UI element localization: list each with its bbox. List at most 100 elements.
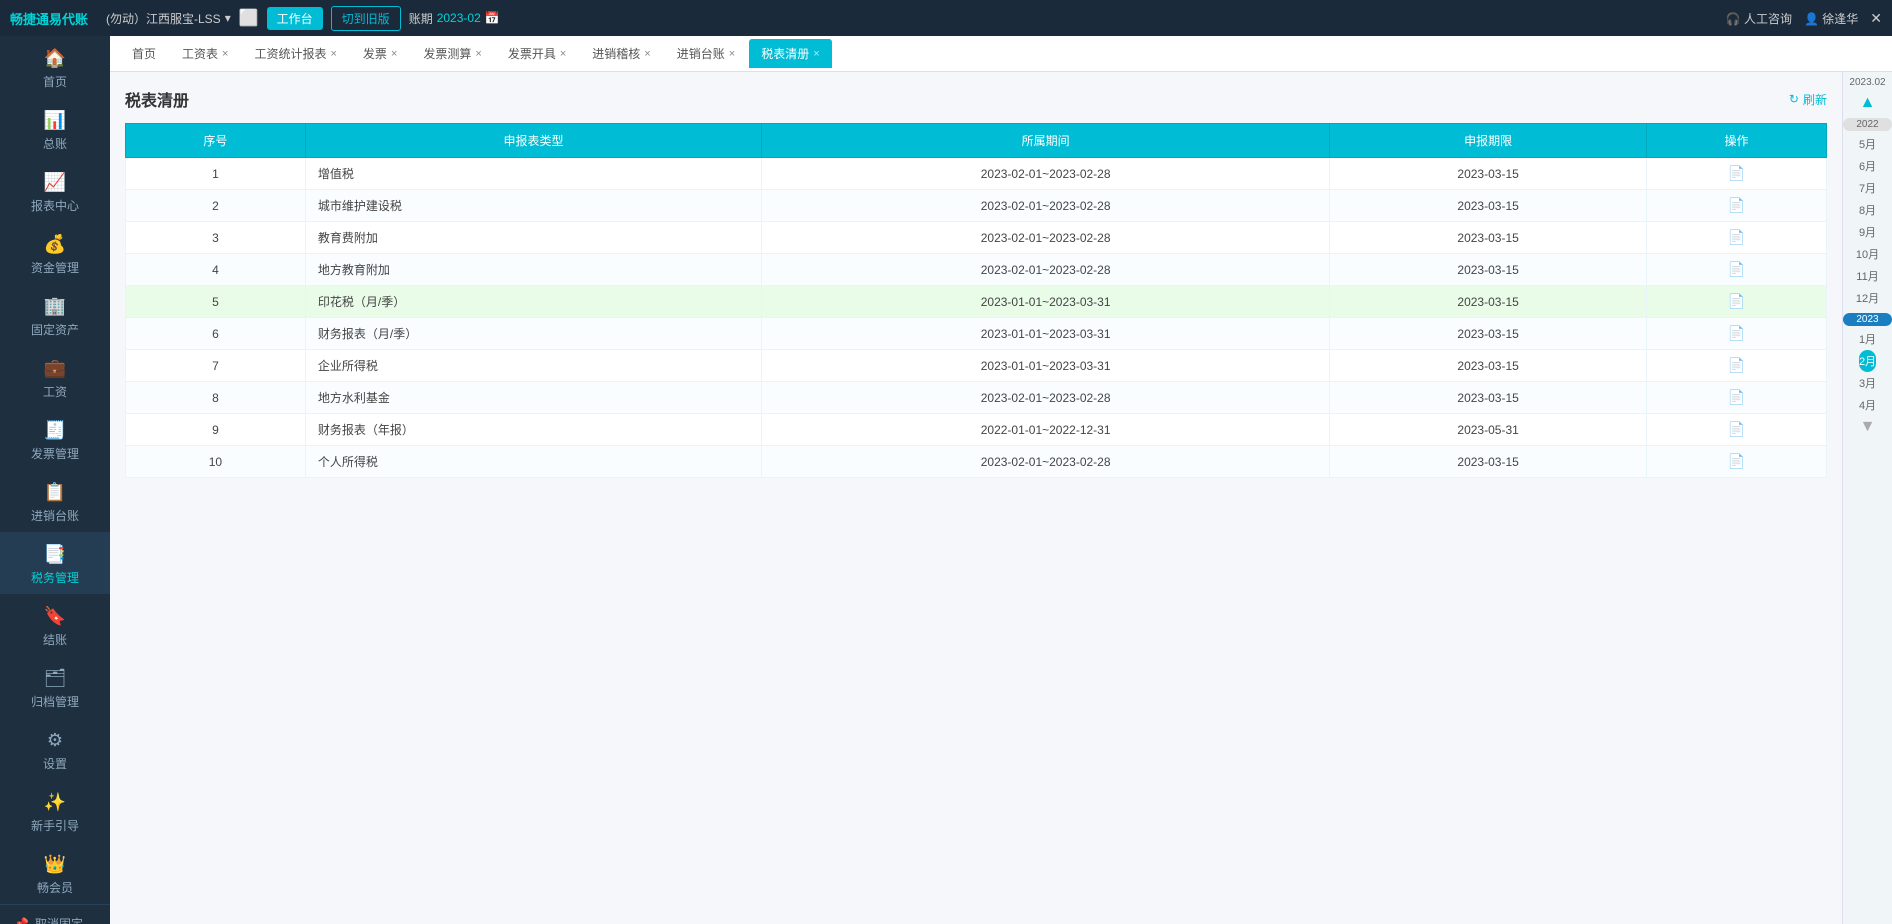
unpin-button[interactable]: 📌 取消固定 (0, 905, 110, 924)
view-icon[interactable]: 📄 (1728, 453, 1745, 469)
tab-invoice-calc[interactable]: 发票测算× (411, 39, 493, 68)
row-period: 2023-01-01~2023-03-31 (762, 318, 1330, 350)
switch-old-button[interactable]: 切到旧版 (331, 6, 401, 31)
row-action[interactable]: 📄 (1647, 222, 1827, 254)
sidebar-item-report[interactable]: 📈报表中心 (0, 160, 110, 222)
row-deadline: 2023-03-15 (1330, 190, 1647, 222)
sidebar-item-salary[interactable]: 💼工资 (0, 346, 110, 408)
row-period: 2023-02-01~2023-02-28 (762, 158, 1330, 190)
tab-close-invoice[interactable]: × (391, 48, 397, 60)
tab-close-invoice-open[interactable]: × (560, 48, 566, 60)
company-selector[interactable]: (勿动）江西服宝-LSS ▾ (106, 10, 231, 27)
view-icon[interactable]: 📄 (1728, 229, 1745, 245)
tab-home[interactable]: 首页 (120, 39, 168, 68)
tab-close-sales-account[interactable]: × (729, 48, 735, 60)
row-action[interactable]: 📄 (1647, 446, 1827, 478)
row-period: 2022-01-01~2022-12-31 (762, 414, 1330, 446)
user-menu[interactable]: 👤 徐逢华 (1804, 10, 1858, 27)
timeline-month-2022-7月[interactable]: 7月 (1856, 177, 1879, 199)
tab-label-invoice: 发票 (363, 45, 387, 62)
sidebar-item-tax-mgr[interactable]: 📑税务管理 (0, 532, 110, 594)
tax-table: 序号申报表类型所属期间申报期限操作 1增值税2023-02-01~2023-02… (125, 123, 1827, 478)
row-no: 4 (126, 254, 306, 286)
sidebar-item-ledger[interactable]: 📊总账 (0, 98, 110, 160)
timeline-month-2022-5月[interactable]: 5月 (1856, 133, 1879, 155)
row-action[interactable]: 📄 (1647, 158, 1827, 190)
timeline-down-button[interactable]: ▼ (1858, 416, 1878, 438)
row-type: 企业所得税 (305, 350, 761, 382)
calendar-icon[interactable]: 📅 (485, 11, 500, 25)
timeline-month-2022-12月[interactable]: 12月 (1856, 287, 1879, 309)
view-icon[interactable]: 📄 (1728, 165, 1745, 181)
tab-sales-check[interactable]: 进销稽核× (580, 39, 662, 68)
row-no: 7 (126, 350, 306, 382)
tab-close-tax-list[interactable]: × (813, 48, 819, 60)
timeline-month-2023-2月[interactable]: 2月 (1859, 350, 1876, 372)
sidebar-item-archive[interactable]: 🗂归档管理 (0, 656, 110, 718)
tab-label-salary: 工资表 (182, 45, 218, 62)
view-icon[interactable]: 📄 (1728, 357, 1745, 373)
sidebar-item-home[interactable]: 🏠首页 (0, 36, 110, 98)
timeline-year-2022[interactable]: 2022 (1843, 118, 1892, 131)
row-action[interactable]: 📄 (1647, 286, 1827, 318)
guide-icon: ✨ (44, 792, 66, 813)
sidebar-item-asset[interactable]: 🏢固定资产 (0, 284, 110, 346)
row-action[interactable]: 📄 (1647, 350, 1827, 382)
table-row: 7企业所得税2023-01-01~2023-03-312023-03-15📄 (126, 350, 1827, 382)
timeline-month-2022-6月[interactable]: 6月 (1856, 155, 1879, 177)
tab-close-salary[interactable]: × (222, 48, 228, 60)
timeline-month-2022-11月[interactable]: 11月 (1856, 265, 1879, 287)
tab-invoice[interactable]: 发票 × (351, 39, 409, 68)
timeline-month-2022-10月[interactable]: 10月 (1856, 243, 1879, 265)
sidebar-item-invoice-mgr[interactable]: 🧾发票管理 (0, 408, 110, 470)
timeline-month-2023-4月[interactable]: 4月 (1859, 394, 1876, 416)
view-icon[interactable]: 📄 (1728, 421, 1745, 437)
top-bar: 畅捷通易代账 (勿动）江西服宝-LSS ▾ ⬜ 工作台 切到旧版 账期 2023… (0, 0, 1892, 36)
row-deadline: 2023-03-15 (1330, 350, 1647, 382)
row-no: 2 (126, 190, 306, 222)
tab-invoice-open[interactable]: 发票开具× (496, 39, 578, 68)
table-row: 5印花税（月/季）2023-01-01~2023-03-312023-03-15… (126, 286, 1827, 318)
timeline-month-2022-8月[interactable]: 8月 (1856, 199, 1879, 221)
tab-tax-list[interactable]: 税表清册 × (749, 39, 831, 68)
tab-close-invoice-calc[interactable]: × (475, 48, 481, 60)
tab-label-tax-list: 税表清册 (761, 45, 809, 62)
timeline-up-button[interactable]: ▲ (1858, 92, 1878, 114)
view-icon[interactable]: 📄 (1728, 389, 1745, 405)
refresh-button[interactable]: ↻ 刷新 (1789, 91, 1827, 108)
company-dropdown-icon[interactable]: ▾ (225, 11, 231, 25)
service-button[interactable]: 🎧 人工咨询 (1726, 10, 1792, 27)
view-icon[interactable]: 📄 (1728, 325, 1745, 341)
row-deadline: 2023-03-15 (1330, 382, 1647, 414)
sidebar-item-sales-ledger[interactable]: 📋进销台账 (0, 470, 110, 532)
sidebar-item-settle[interactable]: 🔖结账 (0, 594, 110, 656)
row-action[interactable]: 📄 (1647, 414, 1827, 446)
tab-sales-account[interactable]: 进销台账× (665, 39, 747, 68)
view-icon[interactable]: 📄 (1728, 261, 1745, 277)
row-action[interactable]: 📄 (1647, 382, 1827, 414)
tab-close-salary-report[interactable]: × (330, 48, 336, 60)
workbench-button[interactable]: 工作台 (267, 7, 323, 30)
sidebar-item-fund[interactable]: 💰资金管理 (0, 222, 110, 284)
sidebar: 🏠首页📊总账📈报表中心💰资金管理🏢固定资产💼工资🧾发票管理📋进销台账📑税务管理🔖… (0, 36, 110, 924)
sidebar-item-settings[interactable]: ⚙设置 (0, 718, 110, 780)
table-row: 6财务报表（月/季）2023-01-01~2023-03-312023-03-1… (126, 318, 1827, 350)
sidebar-label-settle: 结账 (43, 631, 67, 648)
timeline-year-2023[interactable]: 2023 (1843, 313, 1892, 326)
row-deadline: 2023-03-15 (1330, 318, 1647, 350)
row-action[interactable]: 📄 (1647, 254, 1827, 286)
tab-salary-report[interactable]: 工资统计报表× (242, 39, 348, 68)
sidebar-item-guide[interactable]: ✨新手引导 (0, 780, 110, 842)
view-icon[interactable]: 📄 (1728, 197, 1745, 213)
ledger-icon: 📊 (44, 110, 66, 131)
sidebar-item-member[interactable]: 👑畅会员 (0, 842, 110, 904)
tab-close-sales-check[interactable]: × (644, 48, 650, 60)
timeline-month-2022-9月[interactable]: 9月 (1856, 221, 1879, 243)
row-action[interactable]: 📄 (1647, 318, 1827, 350)
view-icon[interactable]: 📄 (1728, 293, 1745, 309)
timeline-month-2023-3月[interactable]: 3月 (1859, 372, 1876, 394)
close-icon[interactable]: ✕ (1870, 10, 1882, 27)
row-action[interactable]: 📄 (1647, 190, 1827, 222)
tab-salary[interactable]: 工资表 × (170, 39, 240, 68)
timeline-month-2023-1月[interactable]: 1月 (1859, 328, 1876, 350)
